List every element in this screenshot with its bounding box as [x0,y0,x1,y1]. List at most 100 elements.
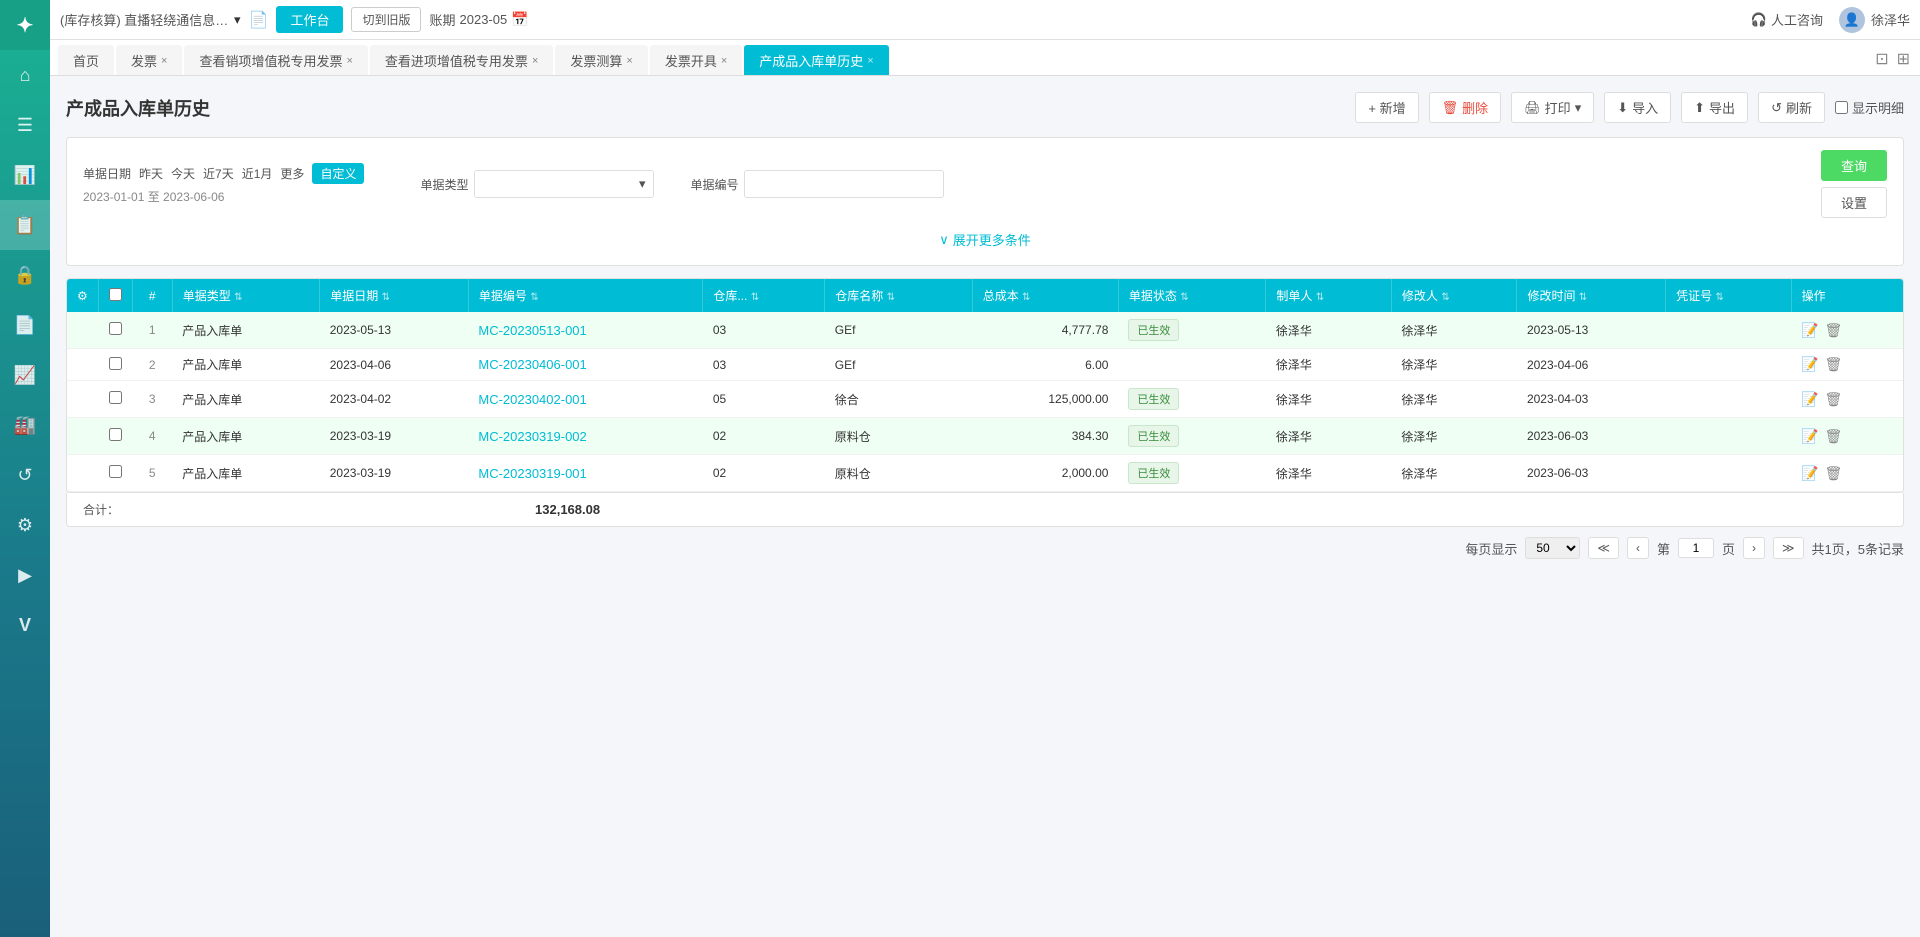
type-select[interactable]: ▾ [474,170,654,198]
row-num-3: 4 [132,418,172,455]
tab-product-history-close[interactable]: × [867,55,873,67]
sidebar-item-warehouse[interactable]: 🏭 [0,400,50,450]
row-actions-4: 📝 🗑 [1791,455,1903,492]
edit-icon-4[interactable]: 📝 [1801,465,1818,482]
row-number-1[interactable]: MC-20230406-001 [468,349,703,381]
company-selector[interactable]: (库存核算) 直播轻绕通信息技术股份... ▾ [60,10,241,29]
row-number-2[interactable]: MC-20230402-001 [468,381,703,418]
sidebar-item-menu[interactable]: ☰ [0,100,50,150]
th-voucher[interactable]: 凭证号 ⇅ [1666,279,1792,312]
th-warehouse-code[interactable]: 仓库... ⇅ [703,279,825,312]
edit-icon-0[interactable]: 📝 [1801,322,1818,339]
shortcut-custom[interactable]: 自定义 [312,163,364,184]
number-filter-label: 单据编号 [690,176,738,193]
delete-icon-4[interactable]: 🗑 [1825,465,1843,482]
row-number-3[interactable]: MC-20230319-002 [468,418,703,455]
sidebar-item-stats[interactable]: 📈 [0,350,50,400]
first-page-button[interactable]: ≪ [1588,537,1619,559]
delete-button[interactable]: 🗑 删除 [1429,92,1502,123]
prev-page-button[interactable]: ‹ [1627,537,1649,559]
per-page-select[interactable]: 50 100 200 [1525,537,1580,559]
print-button[interactable]: 🖨 打印 ▾ [1511,92,1594,123]
switch-version-button[interactable]: 切到旧版 [351,7,421,32]
tab-purchase-invoice[interactable]: 查看进项增值税专用发票 × [370,45,553,75]
edit-icon-2[interactable]: 📝 [1801,391,1818,408]
tab-home[interactable]: 首页 [58,45,114,75]
row-checkbox-2[interactable] [98,381,132,418]
tab-invoice[interactable]: 发票 × [116,45,182,75]
delete-icon-3[interactable]: 🗑 [1825,428,1843,445]
tab-invoice-calc-close[interactable]: × [626,55,632,67]
shortcut-yesterday[interactable]: 昨天 [139,165,163,182]
sidebar-item-v[interactable]: V [0,600,50,650]
show-detail-checkbox[interactable] [1835,101,1848,114]
sidebar-item-doc[interactable]: 📄 [0,300,50,350]
edit-icon-1[interactable]: 📝 [1801,356,1818,373]
show-detail-checkbox-label[interactable]: 显示明细 [1835,98,1904,117]
table-body: 1 产品入库单 2023-05-13 MC-20230513-001 03 GE… [67,312,1903,492]
calendar-icon[interactable]: 📅 [511,11,528,28]
tab-sales-invoice-close[interactable]: × [346,55,352,67]
tab-maximize-button[interactable]: ⊞ [1895,47,1912,71]
page-input[interactable] [1678,538,1714,558]
next-page-button[interactable]: › [1743,537,1765,559]
th-warehouse-name[interactable]: 仓库名称 ⇅ [825,279,972,312]
sidebar-item-play[interactable]: ▶ [0,550,50,600]
export-button[interactable]: ⬆ 导出 [1681,92,1748,123]
tab-product-history[interactable]: 产成品入库单历史 × [744,45,888,75]
th-number[interactable]: 单据编号 ⇅ [468,279,703,312]
sidebar-item-chart[interactable]: 📊 [0,150,50,200]
sidebar-item-home[interactable]: ⌂ [0,50,50,100]
tab-invoice-issue[interactable]: 发票开具 × [650,45,742,75]
expand-more[interactable]: ∨ 展开更多条件 [83,226,1887,253]
row-checkbox-0[interactable] [98,312,132,349]
th-total-cost[interactable]: 总成本 ⇅ [972,279,1118,312]
row-number-0[interactable]: MC-20230513-001 [468,312,703,349]
row-number-4[interactable]: MC-20230319-001 [468,455,703,492]
select-all-checkbox[interactable] [109,288,122,301]
th-creator[interactable]: 制单人 ⇅ [1266,279,1392,312]
shortcut-1month[interactable]: 近1月 [242,165,273,182]
new-button[interactable]: + 新增 [1355,92,1418,123]
tab-invoice-issue-close[interactable]: × [721,55,727,67]
workbench-button[interactable]: 工作台 [276,6,343,33]
tab-sales-invoice[interactable]: 查看销项增值税专用发票 × [184,45,367,75]
query-button[interactable]: 查询 [1821,150,1887,181]
row-checkbox-4[interactable] [98,455,132,492]
shortcut-more[interactable]: 更多 [280,165,304,182]
filter-settings-button[interactable]: 设置 [1821,187,1887,218]
shortcut-today[interactable]: 今天 [171,165,195,182]
tab-invoice-close[interactable]: × [161,55,167,67]
edit-icon-3[interactable]: 📝 [1801,428,1818,445]
tab-restore-button[interactable]: ⊡ [1873,47,1890,71]
th-modifier[interactable]: 修改人 ⇅ [1391,279,1517,312]
delete-icon-1[interactable]: 🗑 [1825,356,1843,373]
th-type[interactable]: 单据类型 ⇅ [172,279,319,312]
th-settings[interactable]: ⚙ [67,279,98,312]
sidebar-item-settings2[interactable]: ⚙ [0,500,50,550]
number-input[interactable] [744,170,944,198]
tab-purchase-invoice-close[interactable]: × [532,55,538,67]
period-label: 账期 [429,10,455,29]
date-shortcuts: 昨天 今天 近7天 近1月 更多 自定义 [139,163,364,184]
delete-icon-2[interactable]: 🗑 [1825,391,1843,408]
import-button[interactable]: ⬇ 导入 [1604,92,1671,123]
row-voucher-1 [1666,349,1792,381]
sidebar-item-lock[interactable]: 🔒 [0,250,50,300]
th-status[interactable]: 单据状态 ⇅ [1118,279,1265,312]
last-page-button[interactable]: ≫ [1773,537,1804,559]
user-service[interactable]: 🎧 人工咨询 [1751,10,1823,29]
delete-icon-0[interactable]: 🗑 [1825,322,1843,339]
row-checkbox-1[interactable] [98,349,132,381]
tab-invoice-calc[interactable]: 发票测算 × [555,45,647,75]
row-checkbox-3[interactable] [98,418,132,455]
company-dropdown-icon[interactable]: ▾ [234,12,241,28]
th-checkbox[interactable] [98,279,132,312]
sidebar-item-list[interactable]: 📋 [0,200,50,250]
th-modify-time[interactable]: 修改时间 ⇅ [1517,279,1666,312]
user-info[interactable]: 👤 徐泽华 [1839,7,1910,33]
shortcut-7days[interactable]: 近7天 [203,165,234,182]
refresh-button[interactable]: ↺ 刷新 [1758,92,1825,123]
th-date[interactable]: 单据日期 ⇅ [320,279,469,312]
sidebar-item-refresh[interactable]: ↺ [0,450,50,500]
